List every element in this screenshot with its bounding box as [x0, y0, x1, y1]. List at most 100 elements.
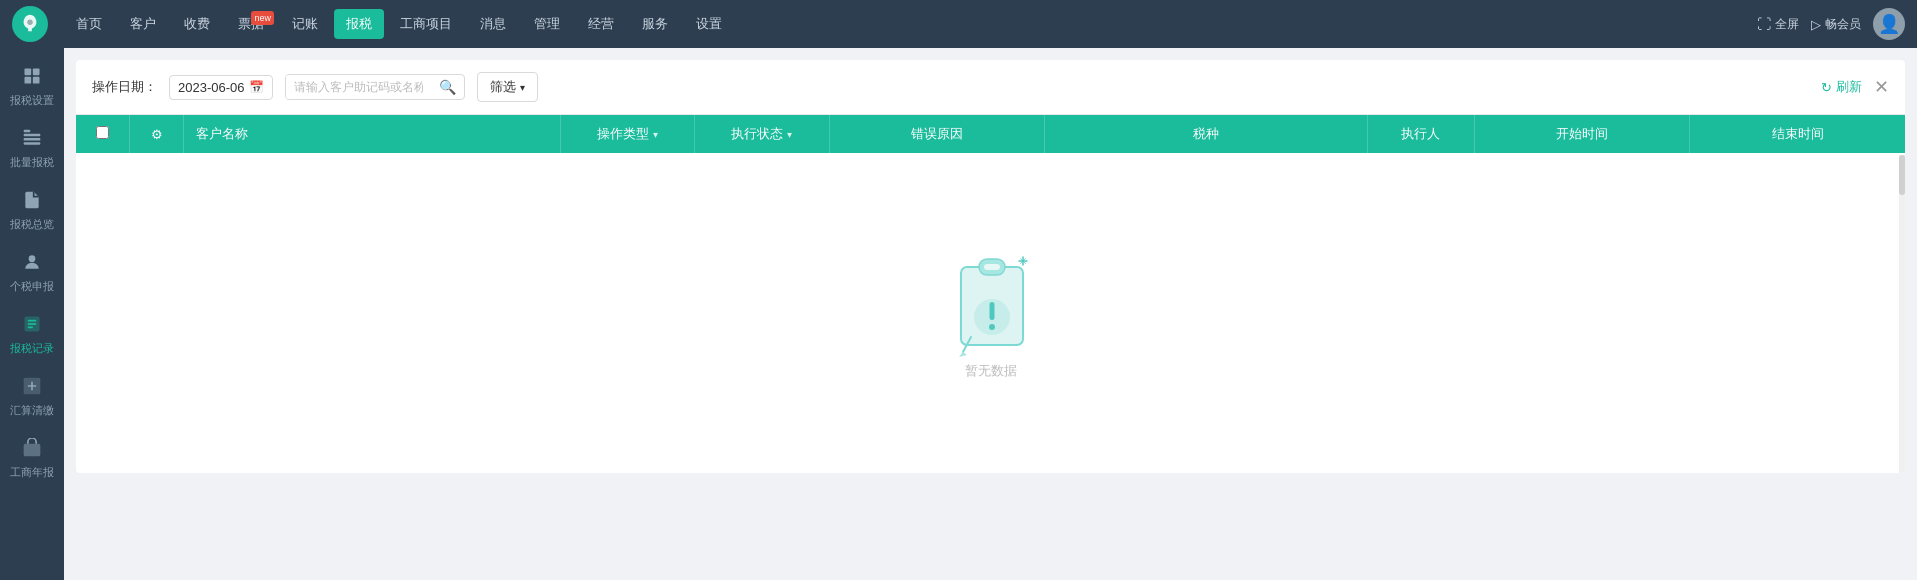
calendar-icon: 📅 [249, 80, 264, 94]
nav-manage[interactable]: 管理 [522, 9, 572, 39]
sidebar-label: 批量报税 [10, 155, 54, 170]
filter-button[interactable]: 筛选 ▾ [477, 72, 538, 102]
sidebar-item-batch-tax[interactable]: 批量报税 [0, 118, 64, 180]
annual-report-icon [22, 438, 42, 461]
refresh-icon: ↻ [1821, 80, 1832, 95]
user-avatar[interactable]: 👤 [1873, 8, 1905, 40]
svg-rect-2 [33, 69, 40, 76]
personal-tax-icon [22, 252, 42, 275]
tax-settings-icon [22, 66, 42, 89]
fullscreen-icon: ⛶ [1757, 16, 1771, 32]
table-header-row: ⚙ 客户名称 操作类型 ▾ [76, 115, 1905, 153]
new-badge: new [251, 11, 274, 25]
sidebar-label: 报税总览 [10, 217, 54, 232]
tax-overview-icon [22, 190, 42, 213]
table-scrollbar[interactable] [1899, 155, 1905, 473]
col-label: 错误原因 [911, 125, 963, 143]
sidebar-label: 报税记录 [10, 341, 54, 356]
sidebar-item-personal-tax[interactable]: 个税申报 [0, 242, 64, 304]
col-checkbox[interactable] [76, 115, 130, 153]
sidebar-label: 个税申报 [10, 279, 54, 294]
member-button[interactable]: ▷ 畅会员 [1811, 16, 1861, 33]
col-label: 执行人 [1401, 125, 1440, 143]
col-start-time: 开始时间 [1475, 115, 1690, 153]
svg-rect-21 [989, 302, 994, 320]
empty-illustration [941, 247, 1041, 362]
nav-operation[interactable]: 经营 [576, 9, 626, 39]
fullscreen-label: 全屏 [1775, 16, 1799, 33]
col-label: 税种 [1193, 125, 1219, 143]
close-button[interactable]: ✕ [1874, 78, 1889, 96]
svg-rect-7 [24, 142, 41, 145]
date-value: 2023-06-06 [178, 80, 245, 95]
svg-rect-4 [33, 77, 40, 84]
scrollbar-thumb[interactable] [1899, 155, 1905, 195]
filter-icon: ▾ [787, 129, 792, 140]
empty-text: 暂无数据 [965, 362, 1017, 380]
col-label: 开始时间 [1556, 125, 1608, 143]
col-customer-name: 客户名称 [184, 115, 561, 153]
avatar-icon: 👤 [1878, 13, 1900, 35]
col-executor: 执行人 [1367, 115, 1475, 153]
table-body: 暂无数据 [76, 153, 1905, 473]
col-label: 操作类型 [597, 125, 649, 143]
refresh-label: 刷新 [1836, 78, 1862, 96]
col-status[interactable]: 执行状态 ▾ [695, 115, 829, 153]
nav-tax[interactable]: 报税 [334, 9, 384, 39]
svg-rect-5 [24, 134, 41, 137]
nav-home[interactable]: 首页 [64, 9, 114, 39]
svg-rect-15 [24, 444, 41, 457]
col-gear[interactable]: ⚙ [130, 115, 184, 153]
annual-settlement-icon [22, 376, 42, 399]
col-label: 结束时间 [1772, 125, 1824, 143]
table-container: ⚙ 客户名称 操作类型 ▾ [76, 115, 1905, 473]
svg-rect-3 [25, 77, 32, 84]
refresh-button[interactable]: ↻ 刷新 [1821, 78, 1862, 96]
nav-settings[interactable]: 设置 [684, 9, 734, 39]
svg-point-9 [29, 255, 36, 262]
sidebar-item-annual-report[interactable]: 工商年报 [0, 428, 64, 490]
search-box: 🔍 [285, 74, 465, 100]
nav-menu: 首页 客户 收费 票据 new 记账 报税 工商项目 消息 管理 经营 服务 设… [64, 9, 1757, 39]
svg-rect-19 [984, 264, 1000, 270]
svg-point-22 [989, 324, 995, 330]
svg-rect-8 [24, 130, 31, 133]
svg-rect-6 [24, 138, 41, 141]
sidebar-item-tax-settings[interactable]: 报税设置 [0, 56, 64, 118]
video-icon: ▷ [1811, 17, 1821, 32]
col-op-type[interactable]: 操作类型 ▾ [560, 115, 694, 153]
nav-invoice[interactable]: 票据 new [226, 9, 276, 39]
search-input[interactable] [286, 75, 431, 99]
col-error: 错误原因 [829, 115, 1044, 153]
nav-business[interactable]: 工商项目 [388, 9, 464, 39]
svg-point-0 [27, 19, 33, 25]
nav-billing[interactable]: 收费 [172, 9, 222, 39]
data-table: ⚙ 客户名称 操作类型 ▾ [76, 115, 1905, 473]
nav-bookkeeping[interactable]: 记账 [280, 9, 330, 39]
col-tax-type: 税种 [1044, 115, 1367, 153]
sidebar-label: 汇算清缴 [10, 403, 54, 418]
sidebar-label: 报税设置 [10, 93, 54, 108]
app-logo[interactable] [12, 6, 48, 42]
sidebar-item-tax-records[interactable]: 报税记录 [0, 304, 64, 366]
filter-bar: 操作日期： 2023-06-06 📅 🔍 筛选 ▾ ↻ 刷新 ✕ [76, 60, 1905, 115]
col-end-time: 结束时间 [1690, 115, 1905, 153]
nav-message[interactable]: 消息 [468, 9, 518, 39]
top-right-tools: ⛶ 全屏 ▷ 畅会员 👤 [1757, 8, 1905, 40]
sidebar-item-annual-settlement[interactable]: 汇算清缴 [0, 366, 64, 428]
top-navigation: 首页 客户 收费 票据 new 记账 报税 工商项目 消息 管理 经营 服务 设… [0, 0, 1917, 48]
sidebar: 报税设置 批量报税 报税总览 个税申报 报税记录 汇算清缴 工商年报 [0, 48, 64, 580]
filter-icon: ▾ [653, 129, 658, 140]
filter-label: 筛选 [490, 78, 516, 96]
select-all-checkbox[interactable] [96, 126, 109, 139]
nav-service[interactable]: 服务 [630, 9, 680, 39]
svg-marker-24 [959, 352, 967, 357]
nav-customer[interactable]: 客户 [118, 9, 168, 39]
empty-state: 暂无数据 [76, 153, 1905, 473]
sidebar-item-tax-overview[interactable]: 报税总览 [0, 180, 64, 242]
search-button[interactable]: 🔍 [431, 75, 464, 99]
tax-records-icon [22, 314, 42, 337]
date-picker[interactable]: 2023-06-06 📅 [169, 75, 273, 100]
fullscreen-button[interactable]: ⛶ 全屏 [1757, 16, 1799, 33]
sidebar-label: 工商年报 [10, 465, 54, 480]
